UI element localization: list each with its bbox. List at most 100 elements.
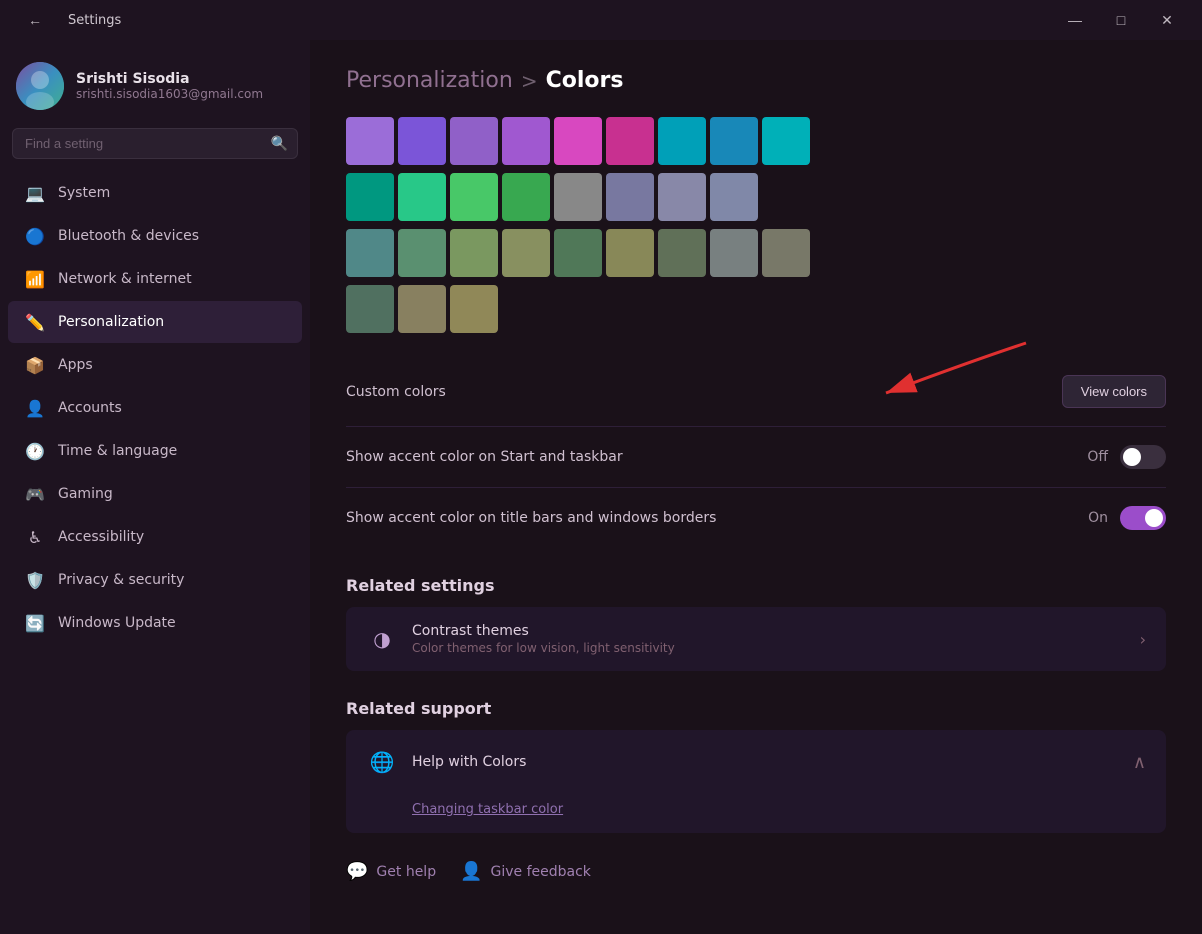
color-swatch[interactable] xyxy=(658,173,706,221)
related-support-heading: Related support xyxy=(346,699,1166,718)
color-swatch[interactable] xyxy=(710,229,758,277)
color-swatch[interactable] xyxy=(346,285,394,333)
nav-icon-bluetooth: 🔵 xyxy=(24,225,46,247)
accent-titlebar-toggle[interactable] xyxy=(1120,506,1166,530)
color-swatch[interactable] xyxy=(658,117,706,165)
color-swatch[interactable] xyxy=(346,229,394,277)
color-swatch[interactable] xyxy=(502,229,550,277)
maximize-button[interactable]: □ xyxy=(1098,0,1144,40)
color-swatch[interactable] xyxy=(398,117,446,165)
accent-taskbar-label: Show accent color on Start and taskbar xyxy=(346,449,623,465)
view-colors-button[interactable]: View colors xyxy=(1062,375,1166,408)
nav-list: 💻 System 🔵 Bluetooth & devices 📶 Network… xyxy=(0,171,310,645)
chevron-right-icon: › xyxy=(1140,630,1146,649)
color-swatch[interactable] xyxy=(398,229,446,277)
toggle-thumb xyxy=(1123,448,1141,466)
user-info: Srishti Sisodia srishti.sisodia1603@gmai… xyxy=(76,71,263,101)
nav-label-bluetooth: Bluetooth & devices xyxy=(58,228,199,244)
color-swatch[interactable] xyxy=(346,117,394,165)
search-input[interactable] xyxy=(12,128,298,159)
minimize-button[interactable]: — xyxy=(1052,0,1098,40)
nav-icon-gaming: 🎮 xyxy=(24,483,46,505)
nav-icon-personalization: ✏️ xyxy=(24,311,46,333)
sidebar-item-accounts[interactable]: 👤 Accounts xyxy=(8,387,302,429)
nav-label-system: System xyxy=(58,185,110,201)
nav-icon-time: 🕐 xyxy=(24,440,46,462)
sidebar-item-system[interactable]: 💻 System xyxy=(8,172,302,214)
sidebar-item-personalization[interactable]: ✏️ Personalization xyxy=(8,301,302,343)
nav-label-update: Windows Update xyxy=(58,615,176,631)
color-swatch[interactable] xyxy=(606,173,654,221)
sidebar-item-time[interactable]: 🕐 Time & language xyxy=(8,430,302,472)
color-swatch[interactable] xyxy=(606,117,654,165)
accent-taskbar-row: Show accent color on Start and taskbar O… xyxy=(346,427,1166,488)
help-collapse-icon: ∧ xyxy=(1133,752,1146,773)
color-swatch[interactable] xyxy=(450,285,498,333)
give-feedback-icon: 👤 xyxy=(460,861,482,882)
accent-taskbar-toggle[interactable] xyxy=(1120,445,1166,469)
changing-taskbar-color-link[interactable]: Changing taskbar color xyxy=(412,802,563,817)
contrast-themes-subtitle: Color themes for low vision, light sensi… xyxy=(412,641,675,655)
color-swatch[interactable] xyxy=(762,117,810,165)
color-swatch[interactable] xyxy=(346,173,394,221)
sidebar-item-network[interactable]: 📶 Network & internet xyxy=(8,258,302,300)
sidebar-item-update[interactable]: 🔄 Windows Update xyxy=(8,602,302,644)
search-icon: 🔍 xyxy=(271,136,288,152)
get-help-link[interactable]: 💬 Get help xyxy=(346,861,436,882)
help-colors-title: Help with Colors xyxy=(412,754,526,770)
main-content: Personalization > Colors Custom colors V… xyxy=(310,40,1202,934)
color-swatch[interactable] xyxy=(554,117,602,165)
breadcrumb-current: Colors xyxy=(546,68,624,93)
search-box[interactable]: 🔍 xyxy=(12,128,298,159)
user-section: Srishti Sisodia srishti.sisodia1603@gmai… xyxy=(0,48,310,128)
accent-titlebar-row: Show accent color on title bars and wind… xyxy=(346,488,1166,548)
contrast-themes-card[interactable]: ◑ Contrast themes Color themes for low v… xyxy=(346,607,1166,671)
nav-label-apps: Apps xyxy=(58,357,93,373)
help-colors-card: 🌐 Help with Colors ∧ Changing taskbar co… xyxy=(346,730,1166,833)
contrast-themes-title: Contrast themes xyxy=(412,623,675,639)
titlebar-title: Settings xyxy=(68,13,121,28)
contrast-themes-icon: ◑ xyxy=(366,623,398,655)
color-swatch[interactable] xyxy=(450,229,498,277)
back-button[interactable]: ← xyxy=(12,0,58,40)
color-swatch[interactable] xyxy=(450,117,498,165)
nav-label-network: Network & internet xyxy=(58,271,192,287)
nav-label-privacy: Privacy & security xyxy=(58,572,184,588)
nav-label-personalization: Personalization xyxy=(58,314,164,330)
close-button[interactable]: ✕ xyxy=(1144,0,1190,40)
color-swatch[interactable] xyxy=(398,173,446,221)
accent-taskbar-status: Off xyxy=(1087,449,1108,465)
nav-label-accessibility: Accessibility xyxy=(58,529,144,545)
color-swatch[interactable] xyxy=(502,117,550,165)
color-swatch[interactable] xyxy=(710,173,758,221)
sidebar-item-privacy[interactable]: 🛡️ Privacy & security xyxy=(8,559,302,601)
sidebar-item-bluetooth[interactable]: 🔵 Bluetooth & devices xyxy=(8,215,302,257)
nav-icon-update: 🔄 xyxy=(24,612,46,634)
color-swatch[interactable] xyxy=(398,285,446,333)
give-feedback-label: Give feedback xyxy=(491,864,591,880)
color-swatch[interactable] xyxy=(710,117,758,165)
nav-icon-network: 📶 xyxy=(24,268,46,290)
color-swatch[interactable] xyxy=(606,229,654,277)
color-swatch[interactable] xyxy=(658,229,706,277)
color-swatch[interactable] xyxy=(554,229,602,277)
sidebar-item-accessibility[interactable]: ♿ Accessibility xyxy=(8,516,302,558)
nav-icon-privacy: 🛡️ xyxy=(24,569,46,591)
help-colors-header[interactable]: 🌐 Help with Colors ∧ xyxy=(346,730,1166,794)
color-swatch[interactable] xyxy=(450,173,498,221)
nav-icon-accounts: 👤 xyxy=(24,397,46,419)
related-settings-heading: Related settings xyxy=(346,576,1166,595)
custom-colors-label: Custom colors xyxy=(346,384,446,400)
sidebar-item-gaming[interactable]: 🎮 Gaming xyxy=(8,473,302,515)
toggle-thumb-2 xyxy=(1145,509,1163,527)
give-feedback-link[interactable]: 👤 Give feedback xyxy=(460,861,591,882)
color-swatch[interactable] xyxy=(554,173,602,221)
sidebar-item-apps[interactable]: 📦 Apps xyxy=(8,344,302,386)
nav-icon-apps: 📦 xyxy=(24,354,46,376)
color-grid xyxy=(346,117,866,337)
nav-label-time: Time & language xyxy=(58,443,177,459)
settings-section: Custom colors View colors Show accent co… xyxy=(346,357,1166,548)
color-swatch[interactable] xyxy=(762,229,810,277)
custom-colors-row: Custom colors View colors xyxy=(346,357,1166,427)
color-swatch[interactable] xyxy=(502,173,550,221)
